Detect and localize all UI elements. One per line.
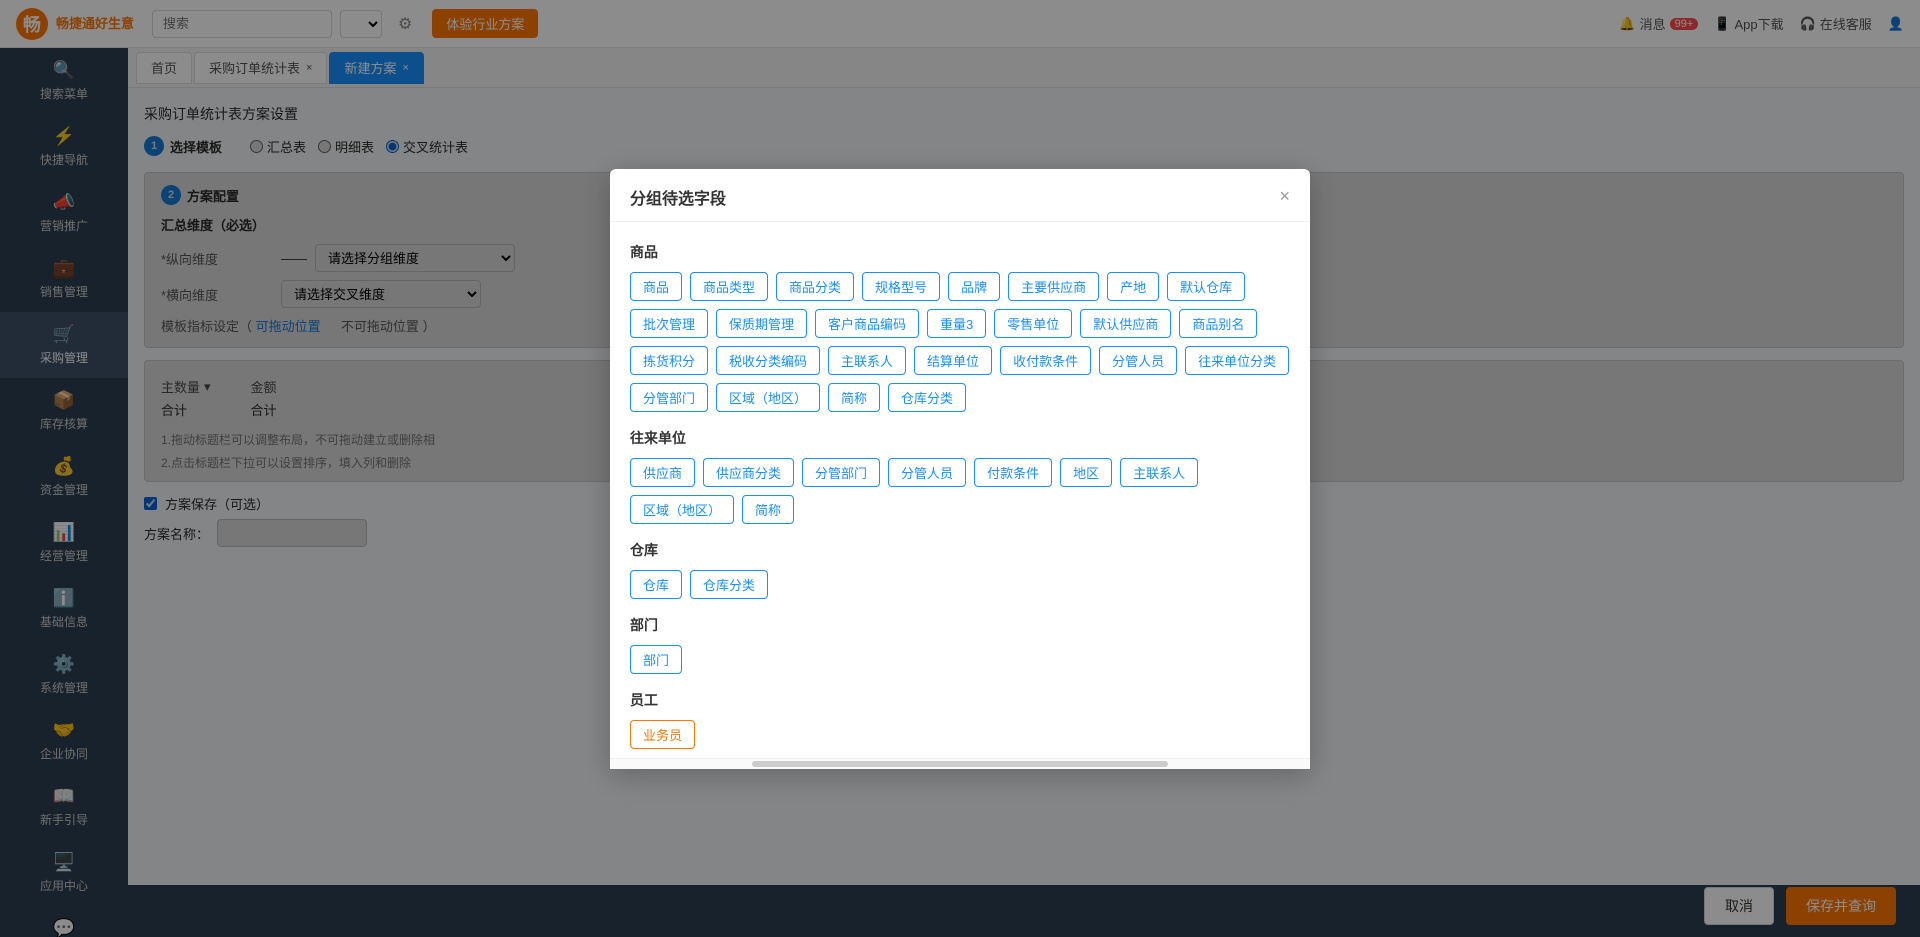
field-tag-manager-dept[interactable]: 分管部门 [630,383,708,412]
field-tag-manager-staff[interactable]: 分管人员 [1099,346,1177,375]
department-fields: 部门 [630,645,1290,674]
field-tag-spec-model[interactable]: 规格型号 [862,272,940,301]
modal-body: 商品 商品 商品类型 商品分类 规格型号 品牌 主要供应商 产地 默认仓库 批次… [610,222,1310,759]
field-tag-department[interactable]: 部门 [630,645,682,674]
field-tag-partner-dept[interactable]: 分管部门 [802,458,880,487]
field-tag-short-name[interactable]: 简称 [828,383,880,412]
field-tag-main-contact-partner[interactable]: 主联系人 [1120,458,1198,487]
field-tag-origin[interactable]: 产地 [1107,272,1159,301]
field-tag-product-type[interactable]: 商品类型 [690,272,768,301]
field-tag-area[interactable]: 地区 [1060,458,1112,487]
product-fields: 商品 商品类型 商品分类 规格型号 品牌 主要供应商 产地 默认仓库 批次管理 … [630,272,1290,412]
partner-fields: 供应商 供应商分类 分管部门 分管人员 付款条件 地区 主联系人 区域（地区） … [630,458,1290,524]
warehouse-fields: 仓库 仓库分类 [630,570,1290,599]
field-tag-weight3[interactable]: 重量3 [927,309,986,338]
modal-title: 分组待选字段 [630,185,726,209]
field-tag-tax-category-code[interactable]: 税收分类编码 [716,346,820,375]
field-tag-warehouse[interactable]: 仓库 [630,570,682,599]
field-tag-default-warehouse[interactable]: 默认仓库 [1167,272,1245,301]
field-tag-retail-unit[interactable]: 零售单位 [994,309,1072,338]
field-tag-payment-terms[interactable]: 收付款条件 [1000,346,1091,375]
field-tag-default-supplier[interactable]: 默认供应商 [1080,309,1171,338]
section-title-partner: 往来单位 [630,428,1290,448]
field-tag-main-contact[interactable]: 主联系人 [828,346,906,375]
section-title-product: 商品 [630,242,1290,262]
section-title-employee: 员工 [630,690,1290,710]
field-tag-partner-manager[interactable]: 分管人员 [888,458,966,487]
field-tag-region-district[interactable]: 区域（地区） [716,383,820,412]
field-tag-product-category[interactable]: 商品分类 [776,272,854,301]
field-tag-supplier-category[interactable]: 供应商分类 [703,458,794,487]
field-tag-payment-condition[interactable]: 付款条件 [974,458,1052,487]
field-tag-supplier[interactable]: 供应商 [630,458,695,487]
field-tag-warehouse-cat[interactable]: 仓库分类 [690,570,768,599]
modal-hscroll[interactable] [610,758,1310,768]
field-tag-customer-product-code[interactable]: 客户商品编码 [815,309,919,338]
employee-fields: 业务员 [630,720,1290,749]
field-tag-settlement-unit[interactable]: 结算单位 [914,346,992,375]
field-tag-batch-mgmt[interactable]: 批次管理 [630,309,708,338]
field-tag-brand[interactable]: 品牌 [948,272,1000,301]
field-tag-region-partner[interactable]: 区域（地区） [630,495,734,524]
field-tag-warehouse-category[interactable]: 仓库分类 [888,383,966,412]
section-title-warehouse: 仓库 [630,540,1290,560]
field-tag-shelf-life-mgmt[interactable]: 保质期管理 [716,309,807,338]
modal-close-button[interactable]: × [1279,186,1290,207]
field-tag-product[interactable]: 商品 [630,272,682,301]
section-title-department: 部门 [630,615,1290,635]
modal-dialog: 分组待选字段 × 商品 商品 商品类型 商品分类 规格型号 品牌 主要供应商 产… [610,169,1310,769]
field-tag-main-supplier[interactable]: 主要供应商 [1008,272,1099,301]
field-tag-product-alias[interactable]: 商品别名 [1179,309,1257,338]
modal-overlay: 分组待选字段 × 商品 商品 商品类型 商品分类 规格型号 品牌 主要供应商 产… [0,0,1920,937]
field-tag-partner-category[interactable]: 往来单位分类 [1185,346,1289,375]
field-tag-abbr-partner[interactable]: 简称 [742,495,794,524]
field-tag-picking-points[interactable]: 拣货积分 [630,346,708,375]
modal-header: 分组待选字段 × [610,169,1310,222]
field-tag-salesperson[interactable]: 业务员 [630,720,695,749]
